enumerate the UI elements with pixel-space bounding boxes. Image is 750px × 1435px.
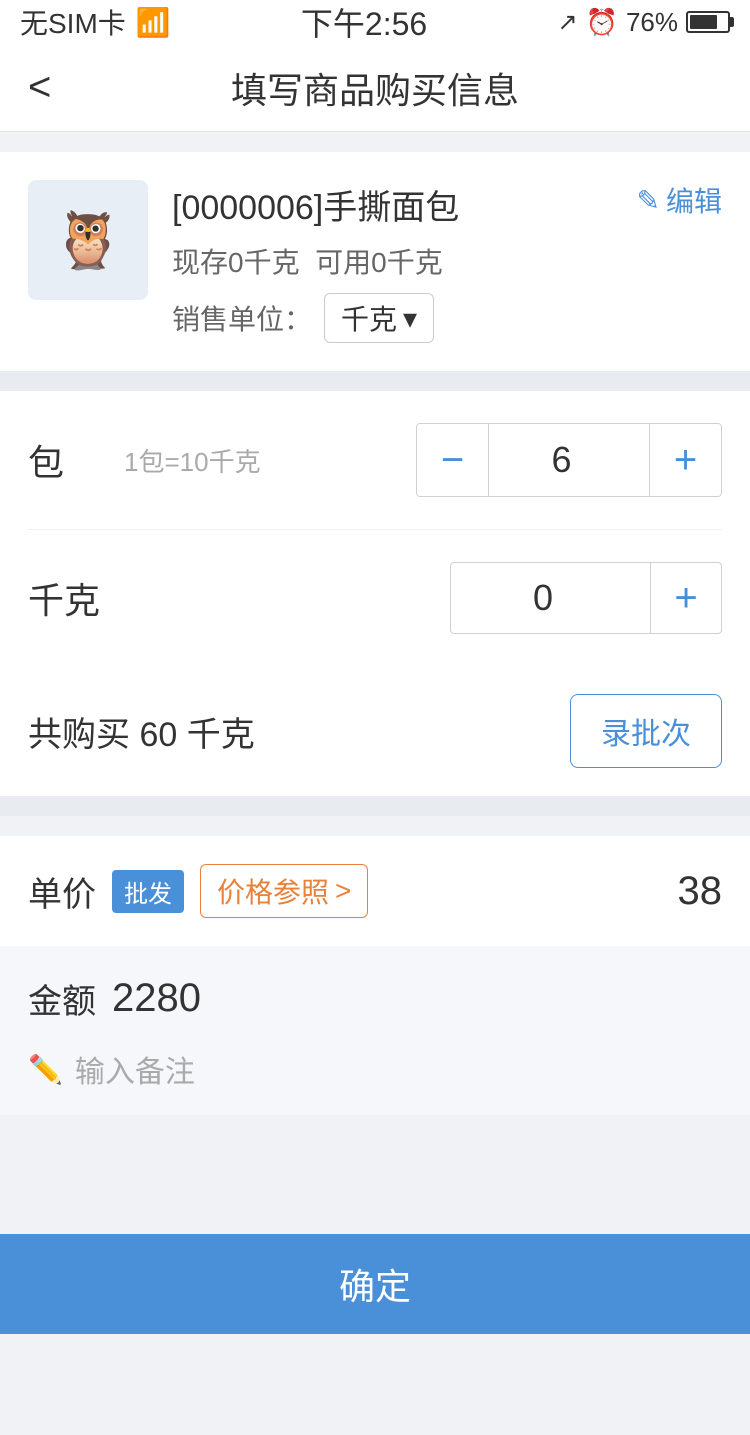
price-section: 单价 批发 价格参照 > 38 [0,836,750,946]
battery-icon [686,11,730,33]
input-section: 包 1包=10千克 − + 千克 + [0,391,750,666]
product-stock: 现存0千克 可用0千克 [172,241,722,281]
package-stepper: − + [416,423,722,497]
package-increment-button[interactable]: + [649,424,721,496]
kg-input-row: 千克 + [28,530,722,666]
package-stepper-control: − + [416,423,722,497]
edit-button[interactable]: ✎ 编辑 [637,180,722,220]
product-card: 🦉 [0000006]手撕面包 现存0千克 可用0千克 销售单位： 千克 ▾ ✎… [0,152,750,371]
kg-increment-button[interactable]: + [650,562,722,634]
amount-row: 金额 2280 [28,974,722,1023]
product-logo-icon: 🦉 [53,207,123,273]
price-value: 38 [678,869,723,914]
price-label: 单价 [28,867,96,916]
amount-value: 2280 [112,976,201,1021]
status-right: ↗ ⏰ 76% [557,7,730,38]
chevron-right-icon: > [335,875,351,907]
price-reference-button[interactable]: 价格参照 > [200,864,368,918]
product-unit-row: 销售单位： 千克 ▾ [172,293,722,343]
kg-label: 千克 [28,572,108,624]
kg-stepper-control: + [450,562,722,634]
kg-input[interactable] [450,562,650,634]
location-icon: ↗ [557,8,577,37]
unit-selector[interactable]: 千克 ▾ [324,293,434,343]
chevron-down-icon: ▾ [403,302,417,335]
wifi-icon: 📶 [136,6,171,39]
package-label: 包 [28,434,108,486]
price-type-badge: 批发 [112,870,184,913]
product-image: 🦉 [28,180,148,300]
remark-placeholder[interactable]: 输入备注 [75,1047,195,1091]
amount-section: 金额 2280 ✏️ 输入备注 [0,946,750,1115]
edit-icon: ✎ [637,184,660,217]
remark-row[interactable]: ✏️ 输入备注 [28,1039,722,1099]
confirm-button[interactable]: 确定 [0,1234,750,1334]
status-time: 下午2:56 [301,0,427,45]
record-batch-button[interactable]: 录批次 [570,694,722,768]
battery-percent: 76% [626,7,678,38]
summary-text: 共购买 60 千克 [28,707,255,756]
section-divider-2 [0,796,750,816]
status-bar: 无SIM卡 📶 下午2:56 ↗ ⏰ 76% [0,0,750,44]
package-input-row: 包 1包=10千克 − + [28,391,722,530]
status-left: 无SIM卡 📶 [20,2,171,42]
nav-bar: < 填写商品购买信息 [0,44,750,132]
page-title: 填写商品购买信息 [231,62,519,114]
section-divider-1 [0,371,750,391]
back-button[interactable]: < [28,65,51,110]
package-decrement-button[interactable]: − [417,424,489,496]
alarm-icon: ⏰ [586,7,618,38]
remark-edit-icon: ✏️ [28,1053,63,1086]
package-input[interactable] [489,424,649,496]
package-hint: 1包=10千克 [124,442,416,479]
summary-section: 共购买 60 千克 录批次 [0,666,750,796]
amount-label: 金额 [28,974,96,1023]
kg-stepper: + [450,562,722,634]
carrier-text: 无SIM卡 [20,2,126,42]
